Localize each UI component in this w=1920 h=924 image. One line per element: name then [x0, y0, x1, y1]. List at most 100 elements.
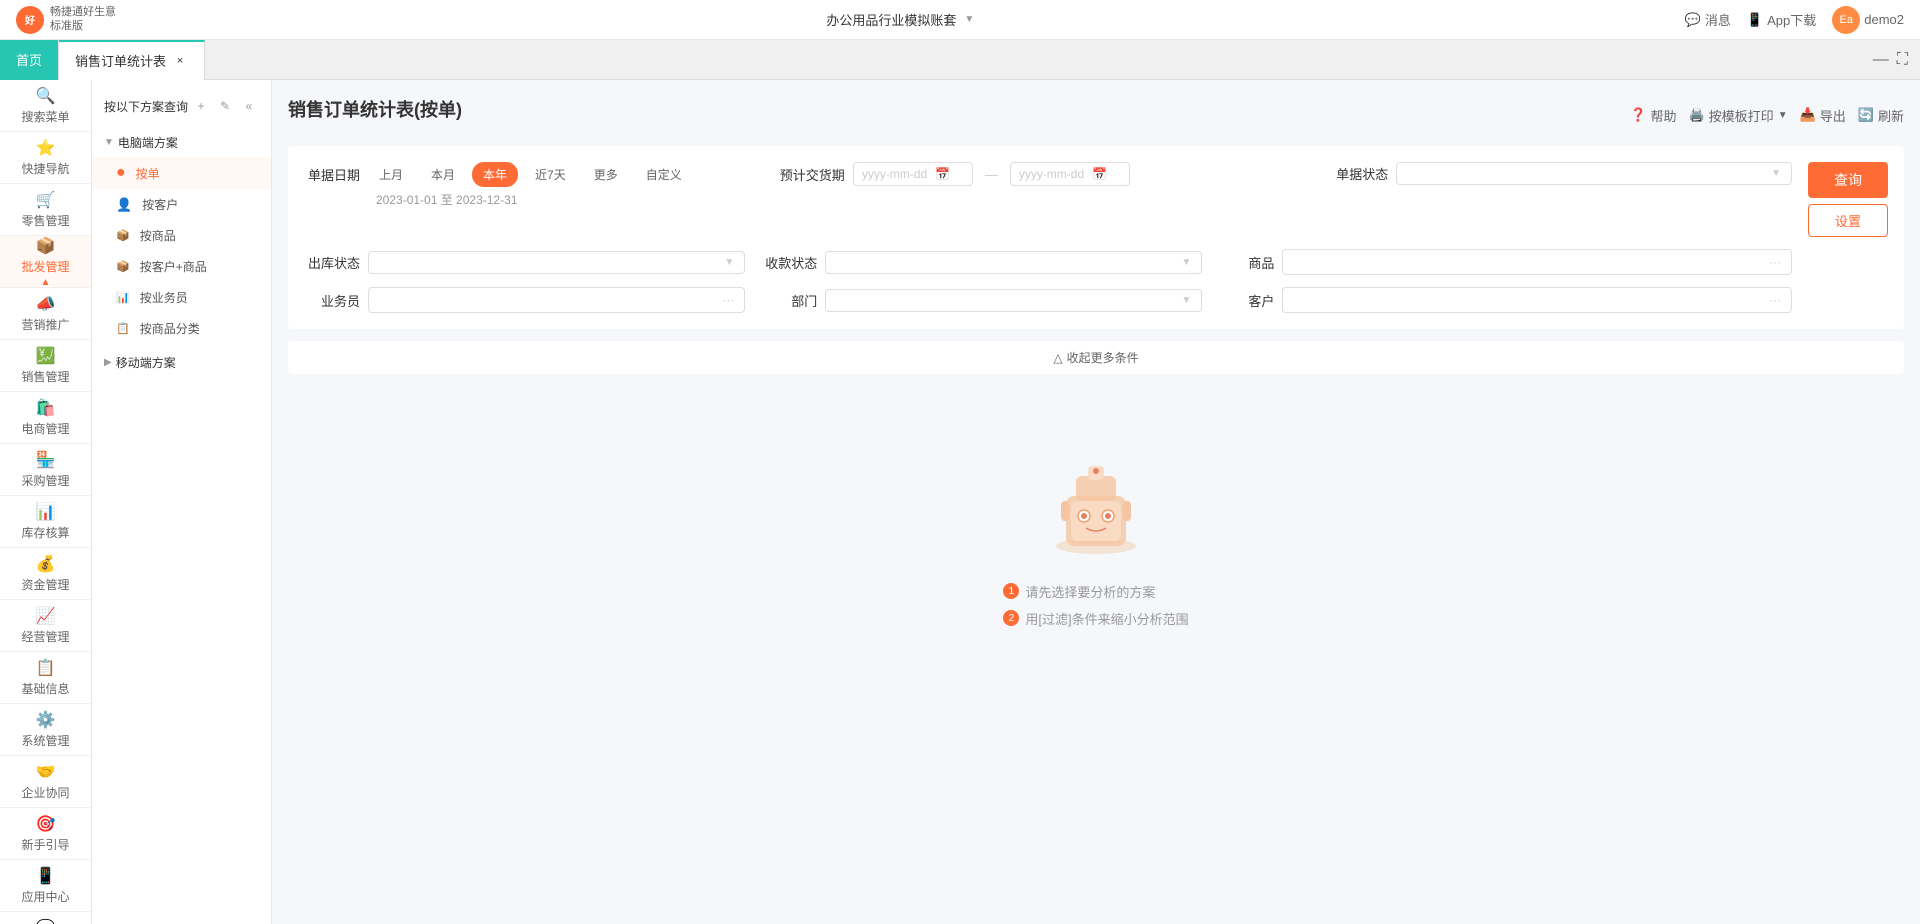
salesman-input[interactable]: ···: [368, 287, 745, 313]
sidebar-item-wholesale[interactable]: 📦 批发管理 ▲: [0, 236, 91, 288]
scheme-goods-icon: 📦: [116, 229, 130, 242]
date-tab-last-month[interactable]: 上月: [368, 162, 414, 187]
expected-date-from[interactable]: yyyy-mm-dd 📅: [853, 162, 973, 186]
sidebar-item-sales[interactable]: 💹 销售管理: [0, 340, 91, 392]
empty-state: 1 请先选择要分析的方案 2 用[过滤]条件来缩小分析范围: [288, 386, 1904, 696]
date-tab-more[interactable]: 更多: [583, 162, 629, 187]
pay-status-select[interactable]: ▼: [825, 251, 1202, 274]
date-tabs: 上月 本月 本年 近7天: [368, 162, 693, 187]
scheme-item-by-salesman[interactable]: 📊 按业务员: [92, 282, 271, 313]
sidebar-item-inventory[interactable]: 📊 库存核算: [0, 496, 91, 548]
scheme-customer-goods-icon: 📦: [116, 260, 130, 273]
left-panel-header: 按以下方案查询 + ✎ «: [92, 88, 271, 124]
appcenter-icon: 📱: [36, 866, 56, 886]
basic-icon: 📋: [36, 658, 56, 678]
message-button[interactable]: 💬 消息: [1685, 10, 1731, 29]
main-layout: 🔍 搜索菜单 ⭐ 快捷导航 🛒 零售管理 📦 批发管理 ▲ 📣 营销推广 💹 销…: [0, 80, 1920, 924]
chevron-down-icon: ▼: [104, 137, 114, 148]
expected-date-label: 预计交货期: [780, 165, 845, 184]
sidebar-item-purchase[interactable]: 🏪 采购管理: [0, 444, 91, 496]
retail-icon: 🛒: [36, 190, 56, 210]
export-icon: 📥: [1800, 107, 1816, 123]
tab-sales-order-stats[interactable]: 销售订单统计表 ×: [59, 40, 205, 80]
status-select[interactable]: ▼: [1396, 162, 1792, 185]
sidebar-item-ecommerce[interactable]: 🛍️ 电商管理: [0, 392, 91, 444]
scheme-customer-icon: 👤: [116, 197, 132, 213]
quick-nav-icon: ⭐: [36, 138, 56, 158]
user-menu[interactable]: Ea demo2: [1832, 6, 1904, 34]
system-icon: ⚙️: [36, 710, 56, 730]
scheme-item-by-category[interactable]: 📋 按商品分类: [92, 313, 271, 344]
scheme-item-by-goods[interactable]: 📦 按商品: [92, 220, 271, 251]
query-button[interactable]: 查询: [1808, 162, 1888, 198]
scheme-item-by-customer-goods[interactable]: 📦 按客户+商品: [92, 251, 271, 282]
sidebar-item-marketing[interactable]: 📣 营销推广: [0, 288, 91, 340]
goods-more-icon: ···: [1769, 255, 1781, 269]
sidebar-item-finance[interactable]: 💰 资金管理: [0, 548, 91, 600]
edit-icon: ✎: [220, 99, 230, 113]
date-from-placeholder: yyyy-mm-dd: [862, 167, 927, 181]
sidebar-item-newbie[interactable]: 🎯 新手引导: [0, 808, 91, 860]
marketing-icon: 📣: [36, 294, 56, 314]
empty-hint-2: 2 用[过滤]条件来缩小分析范围: [1003, 609, 1188, 628]
refresh-button[interactable]: 🔄 刷新: [1858, 106, 1904, 125]
shipping-status-select[interactable]: ▼: [368, 251, 745, 274]
sidebar-item-system[interactable]: ⚙️ 系统管理: [0, 704, 91, 756]
collapse-bar[interactable]: △ 收起更多条件: [288, 341, 1904, 374]
dept-select[interactable]: ▼: [825, 289, 1202, 312]
goods-input[interactable]: ···: [1282, 249, 1792, 275]
print-button[interactable]: 🖨️ 按模板打印 ▼: [1688, 106, 1787, 125]
top-bar-left: 好 畅捷通好生意 标准版: [16, 6, 116, 34]
ecommerce-icon: 🛍️: [36, 398, 56, 418]
maximize-button[interactable]: ⛶: [1897, 51, 1908, 69]
action-buttons: 查询 设置: [1808, 162, 1888, 237]
sidebar: 🔍 搜索菜单 ⭐ 快捷导航 🛒 零售管理 📦 批发管理 ▲ 📣 营销推广 💹 销…: [0, 80, 92, 924]
print-arrow-icon: ▼: [1778, 110, 1788, 121]
sidebar-item-retail[interactable]: 🛒 零售管理: [0, 184, 91, 236]
collapse-panel-button[interactable]: «: [239, 96, 259, 116]
scheme-category-icon: 📋: [116, 322, 130, 335]
scheme-item-by-order[interactable]: ● 按单: [92, 157, 271, 189]
settings-button[interactable]: 设置: [1808, 204, 1888, 237]
app-download-button[interactable]: 📱 App下载: [1747, 10, 1816, 29]
minimize-button[interactable]: —: [1873, 51, 1889, 69]
sidebar-item-quick-nav[interactable]: ⭐ 快捷导航: [0, 132, 91, 184]
help-button[interactable]: ❓ 帮助: [1630, 106, 1676, 125]
content-area: 按以下方案查询 + ✎ « ▼ 电脑端方案: [92, 80, 1920, 924]
pay-status-label: 收款状态: [761, 253, 817, 272]
tab-close-button[interactable]: ×: [172, 53, 188, 69]
sidebar-item-basic[interactable]: 📋 基础信息: [0, 652, 91, 704]
export-button[interactable]: 📥 导出: [1800, 106, 1846, 125]
tab-home[interactable]: 首页: [0, 40, 59, 80]
sidebar-item-search-menu[interactable]: 🔍 搜索菜单: [0, 80, 91, 132]
expected-date-to[interactable]: yyyy-mm-dd 📅: [1010, 162, 1130, 186]
status-arrow-icon: ▼: [1771, 168, 1781, 179]
collapse-icon: «: [246, 99, 253, 113]
tab-bar: 首页 销售订单统计表 × — ⛶: [0, 40, 1920, 80]
sidebar-item-operation[interactable]: 📈 经营管理: [0, 600, 91, 652]
print-icon: 🖨️: [1688, 107, 1704, 123]
date-tab-this-month[interactable]: 本月: [420, 162, 466, 187]
sidebar-item-appcenter[interactable]: 📱 应用中心: [0, 860, 91, 912]
customer-input[interactable]: ···: [1282, 287, 1792, 313]
date-separator: —: [981, 167, 1002, 182]
sidebar-item-enterprise[interactable]: 🤝 企业协同: [0, 756, 91, 808]
filter-section: 单据日期 上月 本月 本年: [288, 146, 1904, 329]
add-scheme-button[interactable]: +: [191, 96, 211, 116]
workspace-selector[interactable]: 办公用品行业模拟账套 ▼: [826, 10, 974, 29]
operation-icon: 📈: [36, 606, 56, 626]
edit-scheme-button[interactable]: ✎: [215, 96, 235, 116]
logo-icon: 好: [16, 6, 44, 34]
weixin-icon: 💬: [36, 918, 56, 924]
sidebar-item-weixin[interactable]: 💬 企业微信: [0, 912, 91, 924]
date-tab-last-7[interactable]: 近7天: [524, 162, 577, 187]
scheme-item-by-customer[interactable]: 👤 按客户: [92, 189, 271, 220]
date-tab-this-year[interactable]: 本年: [472, 162, 518, 187]
mobile-schemes-header[interactable]: ▶ 移动端方案: [92, 348, 271, 377]
date-tab-custom[interactable]: 自定义: [635, 162, 693, 187]
logo-area: 好 畅捷通好生意 标准版: [16, 6, 116, 34]
pc-schemes-header[interactable]: ▼ 电脑端方案: [92, 128, 271, 157]
scheme-salesman-icon: 📊: [116, 291, 130, 304]
customer-label: 客户: [1218, 291, 1274, 310]
sales-icon: 💹: [36, 346, 56, 366]
